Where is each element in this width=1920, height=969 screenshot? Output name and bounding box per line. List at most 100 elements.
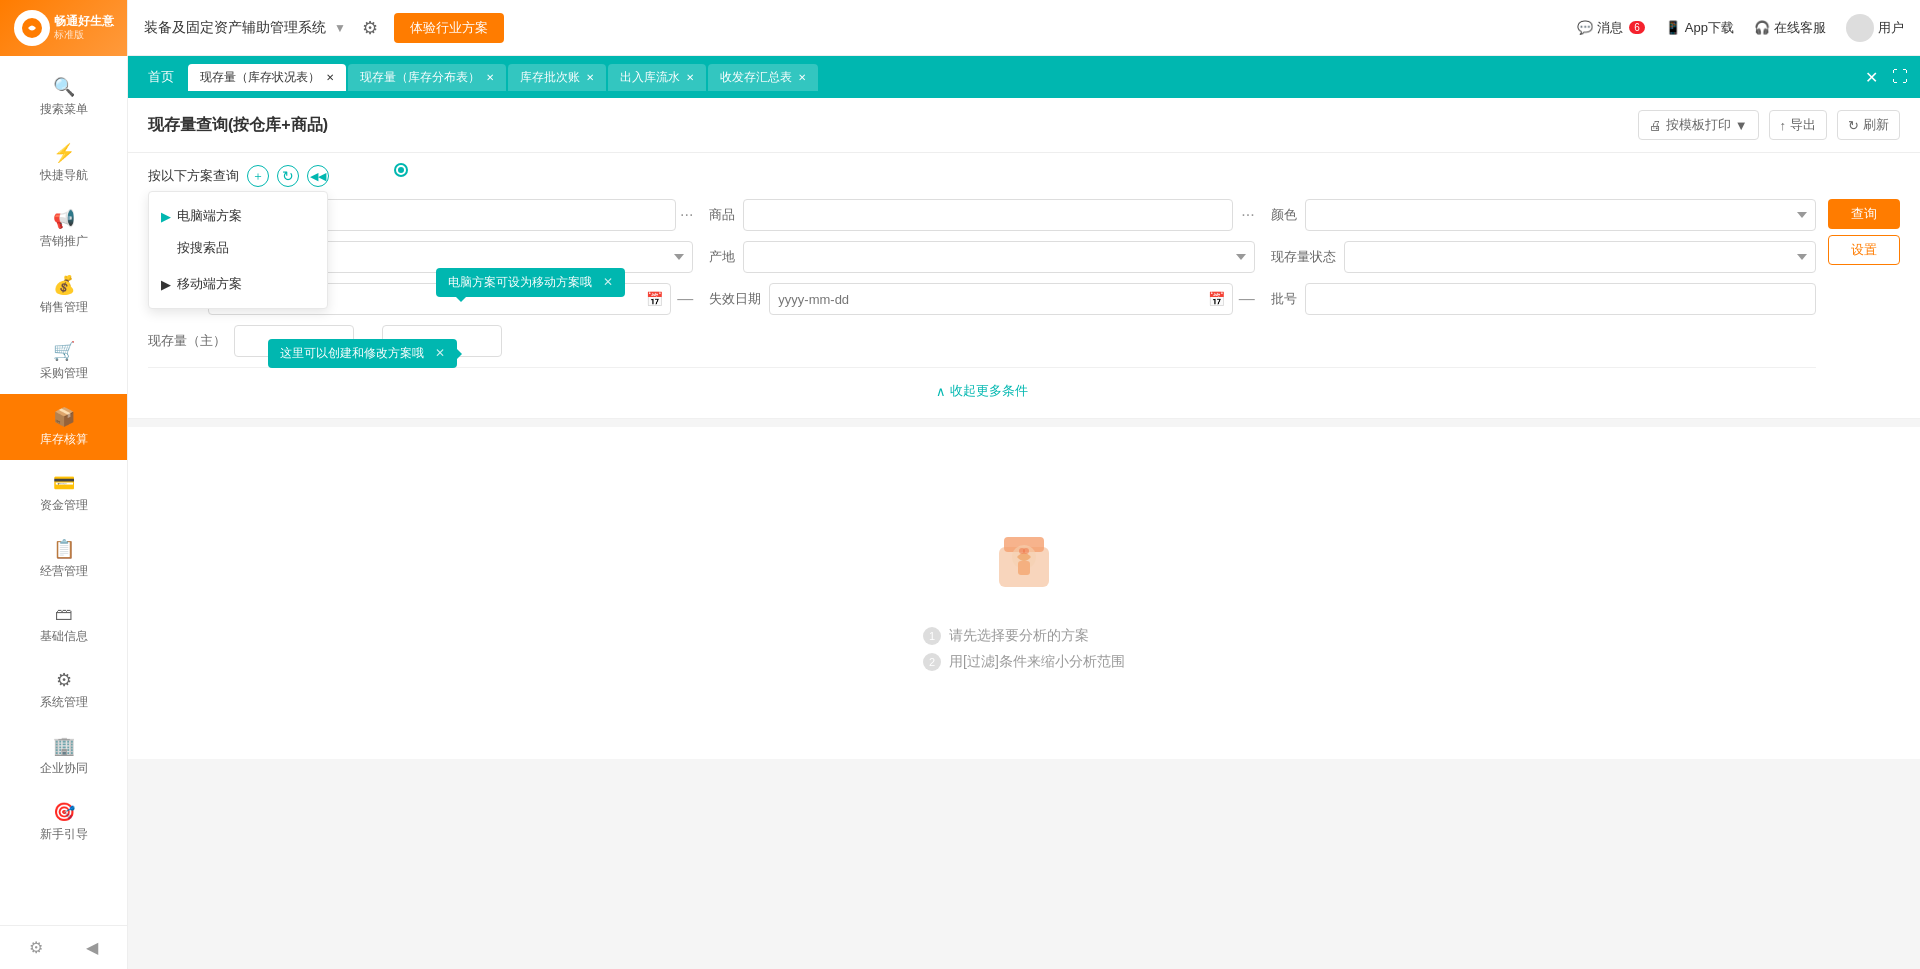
- svg-point-6: [1023, 548, 1029, 554]
- sidebar-item-guide[interactable]: 🎯 新手引导: [0, 789, 127, 855]
- settings-bottom-icon[interactable]: ⚙: [29, 938, 43, 957]
- sidebar-item-sales[interactable]: 💰 销售管理: [0, 262, 127, 328]
- range-separator: —: [677, 290, 693, 308]
- sidebar-item-inventory[interactable]: 📦 库存核算: [0, 394, 127, 460]
- user-label: 用户: [1878, 19, 1904, 37]
- tab-label: 库存批次账: [520, 69, 580, 86]
- sidebar-item-label: 库存核算: [40, 431, 88, 448]
- dot-indicator: [396, 165, 406, 175]
- tab-close-icon[interactable]: ✕: [326, 72, 334, 83]
- inventory-icon: 📦: [53, 406, 75, 428]
- reset-button[interactable]: 设置: [1828, 235, 1900, 265]
- maximize-icon[interactable]: ⛶: [1888, 64, 1912, 91]
- enterprise-icon: 🏢: [53, 735, 75, 757]
- sidebar-item-operations[interactable]: 📋 经营管理: [0, 526, 127, 592]
- product-input[interactable]: [743, 199, 1233, 231]
- refresh-icon: ↻: [1848, 118, 1859, 133]
- tab-close-icon[interactable]: ✕: [486, 72, 494, 83]
- sidebar-item-label: 搜索菜单: [40, 101, 88, 118]
- system-selector[interactable]: 装备及固定资产辅助管理系统 ▼: [144, 19, 346, 37]
- filter-fields: 仓库 ··· 商品 ··· 颜色: [148, 199, 1816, 406]
- sidebar-item-quick[interactable]: ⚡ 快捷导航: [0, 130, 127, 196]
- header-right: 💬 消息 6 📱 App下载 🎧 在线客服 用户: [1577, 14, 1904, 42]
- system-chevron-icon: ▼: [334, 21, 346, 35]
- sidebar-item-search[interactable]: 🔍 搜索菜单: [0, 64, 127, 130]
- sidebar-item-marketing[interactable]: 📢 营销推广: [0, 196, 127, 262]
- scheme-tree-item-desktop[interactable]: 按搜索品: [149, 232, 327, 264]
- refresh-button[interactable]: ↻ 刷新: [1837, 110, 1900, 140]
- sidebar-item-system[interactable]: ⚙ 系统管理: [0, 657, 127, 723]
- online-service-label: 在线客服: [1774, 19, 1826, 37]
- edit-scheme-button[interactable]: ↻: [277, 165, 299, 187]
- app-download-button[interactable]: 📱 App下载: [1665, 19, 1734, 37]
- inventory-main-label: 现存量（主）: [148, 332, 226, 350]
- print-button[interactable]: 🖨 按模板打印 ▼: [1638, 110, 1759, 140]
- filter-label: 按以下方案查询: [148, 167, 239, 185]
- tab-inout-flow[interactable]: 出入库流水 ✕: [608, 64, 706, 91]
- print-icon: 🖨: [1649, 118, 1662, 133]
- scheme-tree-desktop[interactable]: ▶ 电脑端方案: [149, 200, 327, 232]
- sidebar-item-label: 资金管理: [40, 497, 88, 514]
- expire-date-start-wrapper: 📅: [769, 283, 1232, 315]
- tab-home[interactable]: 首页: [136, 62, 186, 92]
- product-label: 商品: [709, 206, 735, 224]
- notice-button[interactable]: 💬 消息 6: [1577, 19, 1645, 37]
- filter-area: 按以下方案查询 ＋ ↻ ◀◀ ▶ 电脑端方案 按搜索品 ▶ 移动端方案: [128, 153, 1920, 419]
- finance-icon: 💳: [53, 472, 75, 494]
- sidebar-item-finance[interactable]: 💳 资金管理: [0, 460, 127, 526]
- collapse-area: ∧ 收起更多条件: [148, 367, 1816, 406]
- tab-label: 现存量（库存状况表）: [200, 69, 320, 86]
- online-service-button[interactable]: 🎧 在线客服: [1754, 19, 1826, 37]
- scheme-tree-mobile[interactable]: ▶ 移动端方案: [149, 268, 327, 300]
- guide-icon: 🎯: [53, 801, 75, 823]
- filter-row-3: 生产日期 📅 — 失效日期: [148, 283, 1816, 315]
- tab-inventory-dist[interactable]: 现存量（库存分布表） ✕: [348, 64, 506, 91]
- collapse-sidebar-icon[interactable]: ◀: [86, 938, 98, 957]
- tab-receive-summary[interactable]: 收发存汇总表 ✕: [708, 64, 818, 91]
- sidebar-item-enterprise[interactable]: 🏢 企业协同: [0, 723, 127, 789]
- system-icon: ⚙: [56, 669, 72, 691]
- back-arrow-button[interactable]: ◀◀: [307, 165, 329, 187]
- color-select[interactable]: [1305, 199, 1816, 231]
- basic-icon: 🗃: [55, 604, 73, 625]
- add-scheme-button[interactable]: ＋: [247, 165, 269, 187]
- print-chevron-icon: ▼: [1735, 118, 1748, 133]
- scheme-tree-dropdown: ▶ 电脑端方案 按搜索品 ▶ 移动端方案: [148, 191, 328, 309]
- status-label: 现存量状态: [1271, 248, 1336, 266]
- expire-date-start[interactable]: [769, 283, 1232, 315]
- status-select[interactable]: [1344, 241, 1816, 273]
- tab-label: 收发存汇总表: [720, 69, 792, 86]
- batch-input[interactable]: [1305, 283, 1816, 315]
- close-all-icon[interactable]: ✕: [1861, 64, 1882, 91]
- sidebar-item-label: 快捷导航: [40, 167, 88, 184]
- empty-step-1: 1 请先选择要分析的方案: [923, 627, 1125, 645]
- tooltip1-close-icon[interactable]: ✕: [603, 275, 613, 289]
- tab-close-icon[interactable]: ✕: [686, 72, 694, 83]
- sidebar-item-label: 经营管理: [40, 563, 88, 580]
- sidebar-item-basic[interactable]: 🗃 基础信息: [0, 592, 127, 657]
- search-icon: 🔍: [53, 76, 75, 98]
- sidebar-item-purchase[interactable]: 🛒 采购管理: [0, 328, 127, 394]
- tooltip2-close-icon[interactable]: ✕: [435, 346, 445, 360]
- sidebar: 畅通好生意 标准版 🔍 搜索菜单 ⚡ 快捷导航 📢 营销推广 💰 销售管理 🛒 …: [0, 0, 128, 969]
- user-menu[interactable]: 用户: [1846, 14, 1904, 42]
- product-dots-icon[interactable]: ···: [1241, 206, 1254, 224]
- collapse-button[interactable]: ∧ 收起更多条件: [916, 376, 1048, 406]
- empty-state: 1 请先选择要分析的方案 2 用[过滤]条件来缩小分析范围: [128, 427, 1920, 759]
- step-num-1: 1: [923, 627, 941, 645]
- warehouse-dots-icon[interactable]: ···: [680, 206, 693, 224]
- color-label: 颜色: [1271, 206, 1297, 224]
- notice-icon: 💬: [1577, 20, 1593, 35]
- search-button[interactable]: 查询: [1828, 199, 1900, 229]
- tab-inventory-status[interactable]: 现存量（库存状况表） ✕: [188, 64, 346, 91]
- origin-select[interactable]: [743, 241, 1254, 273]
- trial-button[interactable]: 体验行业方案: [394, 13, 504, 43]
- tab-close-icon[interactable]: ✕: [798, 72, 806, 83]
- tab-close-icon[interactable]: ✕: [586, 72, 594, 83]
- collapse-up-icon: ∧: [936, 384, 946, 399]
- settings-icon[interactable]: ⚙: [362, 17, 378, 39]
- export-button[interactable]: ↑ 导出: [1769, 110, 1828, 140]
- tooltip-create-scheme-bubble: 这里可以创建和修改方案哦 ✕: [268, 339, 457, 368]
- top-header: 装备及固定资产辅助管理系统 ▼ ⚙ 体验行业方案 💬 消息 6 📱 App下载 …: [128, 0, 1920, 56]
- tab-batch-account[interactable]: 库存批次账 ✕: [508, 64, 606, 91]
